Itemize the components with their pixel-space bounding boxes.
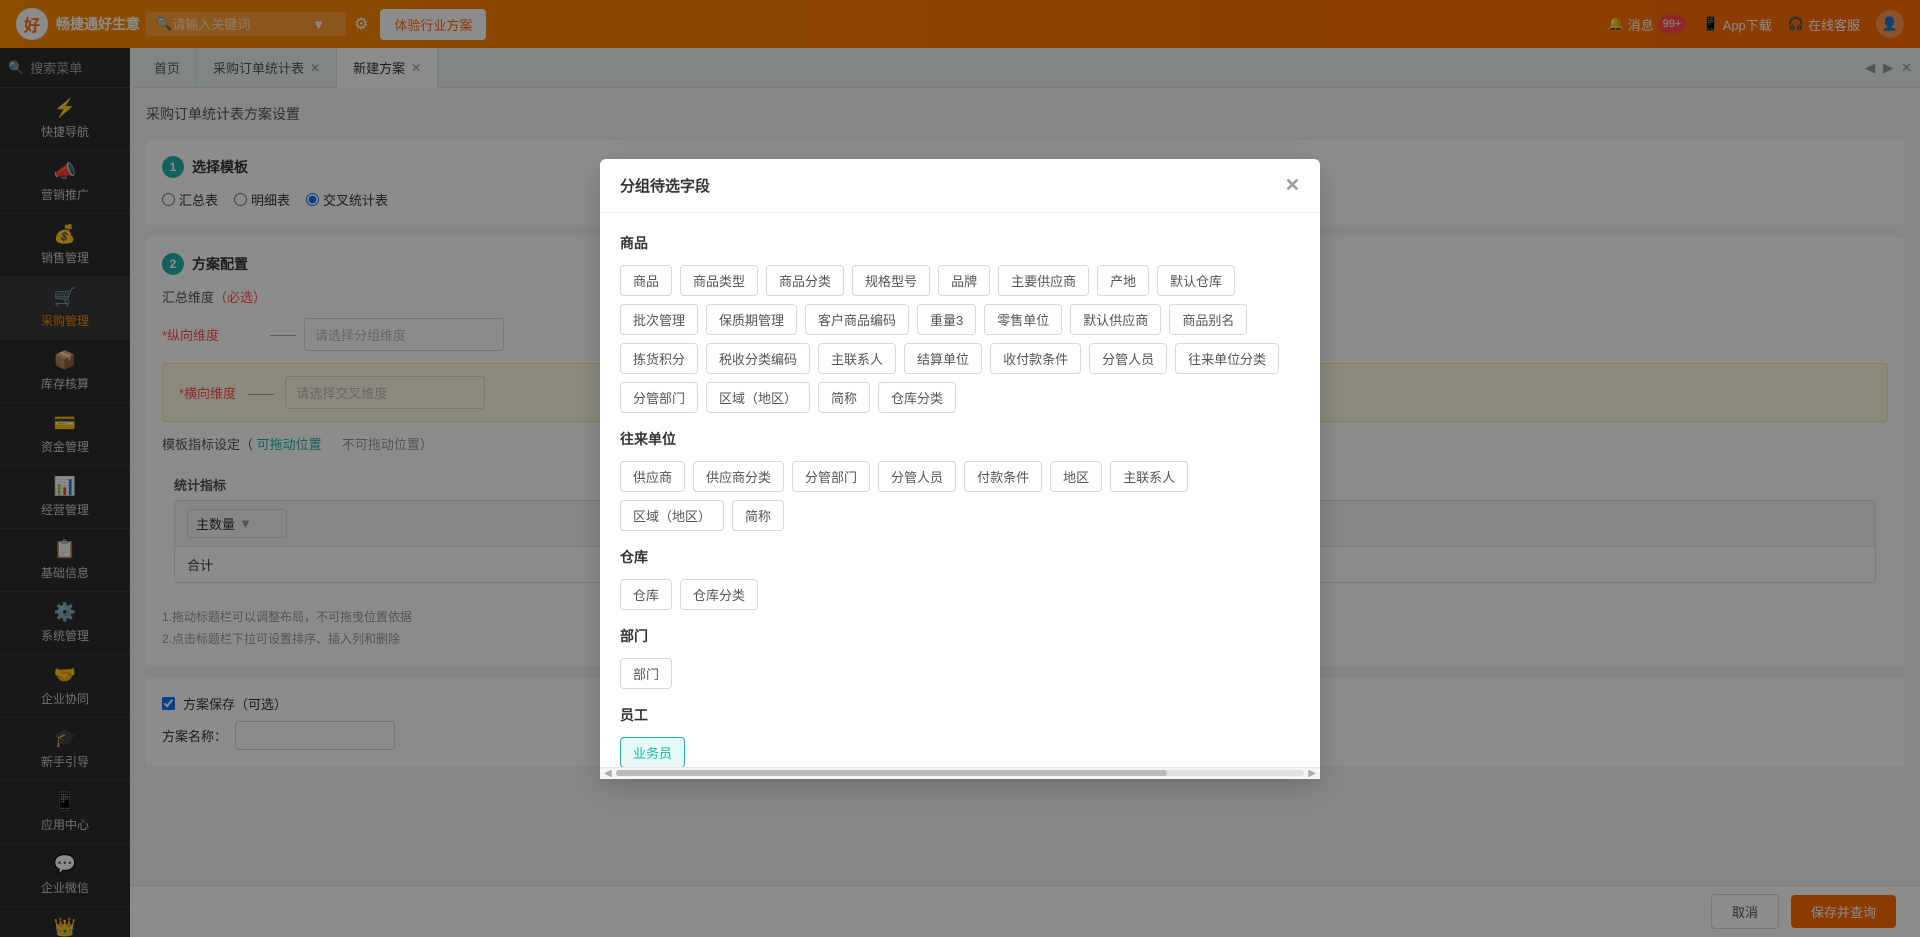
field-warehouse[interactable]: 仓库 xyxy=(620,579,672,610)
field-short-name-cp[interactable]: 简称 xyxy=(732,500,784,531)
field-brand[interactable]: 品牌 xyxy=(938,265,990,296)
field-person-charge[interactable]: 分管人员 xyxy=(1089,343,1167,374)
hscrollbar-thumb xyxy=(616,770,1167,776)
goods-fields: 商品 商品类型 商品分类 规格型号 品牌 主要供应商 产地 默认仓库 批次管理 … xyxy=(620,265,1300,413)
section-employee: 员工 业务员 xyxy=(620,705,1300,767)
field-supplier[interactable]: 供应商 xyxy=(620,461,685,492)
section-goods-title: 商品 xyxy=(620,233,1300,253)
field-goods-cat[interactable]: 商品分类 xyxy=(766,265,844,296)
field-dept[interactable]: 部门 xyxy=(620,658,672,689)
field-main-contact-cp[interactable]: 主联系人 xyxy=(1110,461,1188,492)
field-region-area-cp[interactable]: 区域（地区） xyxy=(620,500,724,531)
field-default-supplier[interactable]: 默认供应商 xyxy=(1070,304,1161,335)
field-pick-points[interactable]: 拣货积分 xyxy=(620,343,698,374)
section-counterparty: 往来单位 供应商 供应商分类 分管部门 分管人员 付款条件 地区 主联系人 区域… xyxy=(620,429,1300,531)
section-counterparty-title: 往来单位 xyxy=(620,429,1300,449)
field-dept-charge[interactable]: 分管部门 xyxy=(620,382,698,413)
section-dept: 部门 部门 xyxy=(620,626,1300,689)
field-spec[interactable]: 规格型号 xyxy=(852,265,930,296)
field-mgmt-dept[interactable]: 分管部门 xyxy=(792,461,870,492)
field-mgmt-person[interactable]: 分管人员 xyxy=(878,461,956,492)
field-warehouse-type[interactable]: 仓库分类 xyxy=(680,579,758,610)
field-batch-mgmt[interactable]: 批次管理 xyxy=(620,304,698,335)
field-short-name[interactable]: 简称 xyxy=(818,382,870,413)
modal-body[interactable]: 商品 商品 商品类型 商品分类 规格型号 品牌 主要供应商 产地 默认仓库 批次… xyxy=(600,213,1320,767)
field-warehouse-cat[interactable]: 仓库分类 xyxy=(878,382,956,413)
field-goods-alias[interactable]: 商品别名 xyxy=(1169,304,1247,335)
hscrollbar-track xyxy=(616,770,1305,776)
modal-hscroll[interactable]: ◀ ▶ xyxy=(600,767,1320,779)
section-goods: 商品 商品 商品类型 商品分类 规格型号 品牌 主要供应商 产地 默认仓库 批次… xyxy=(620,233,1300,413)
field-payment-cond[interactable]: 付款条件 xyxy=(964,461,1042,492)
field-salesperson[interactable]: 业务员 xyxy=(620,737,685,767)
field-main-supplier[interactable]: 主要供应商 xyxy=(998,265,1089,296)
modal-dialog: 分组待选字段 ✕ 商品 商品 商品类型 商品分类 规格型号 品牌 主要供应商 产… xyxy=(600,159,1320,779)
field-weight3[interactable]: 重量3 xyxy=(917,304,976,335)
field-settlement-unit[interactable]: 结算单位 xyxy=(904,343,982,374)
field-region-cp[interactable]: 地区 xyxy=(1050,461,1102,492)
modal-close-button[interactable]: ✕ xyxy=(1285,175,1300,196)
field-counterparty-cat[interactable]: 往来单位分类 xyxy=(1175,343,1279,374)
modal-header: 分组待选字段 ✕ xyxy=(600,159,1320,213)
hscroll-left[interactable]: ◀ xyxy=(604,768,612,779)
hscroll-right[interactable]: ▶ xyxy=(1308,768,1316,779)
field-origin[interactable]: 产地 xyxy=(1097,265,1149,296)
section-employee-title: 员工 xyxy=(620,705,1300,725)
dept-fields: 部门 xyxy=(620,658,1300,689)
modal-overlay: 分组待选字段 ✕ 商品 商品 商品类型 商品分类 规格型号 品牌 主要供应商 产… xyxy=(0,0,1920,937)
field-expiry-mgmt[interactable]: 保质期管理 xyxy=(706,304,797,335)
warehouse-fields: 仓库 仓库分类 xyxy=(620,579,1300,610)
field-tax-code[interactable]: 税收分类编码 xyxy=(706,343,810,374)
field-goods[interactable]: 商品 xyxy=(620,265,672,296)
field-main-contact[interactable]: 主联系人 xyxy=(818,343,896,374)
employee-fields: 业务员 xyxy=(620,737,1300,767)
section-warehouse: 仓库 仓库 仓库分类 xyxy=(620,547,1300,610)
field-default-warehouse[interactable]: 默认仓库 xyxy=(1157,265,1235,296)
field-goods-type[interactable]: 商品类型 xyxy=(680,265,758,296)
field-supplier-cat[interactable]: 供应商分类 xyxy=(693,461,784,492)
field-payment-terms[interactable]: 收付款条件 xyxy=(990,343,1081,374)
field-retail-unit[interactable]: 零售单位 xyxy=(984,304,1062,335)
field-customer-code[interactable]: 客户商品编码 xyxy=(805,304,909,335)
counterparty-fields: 供应商 供应商分类 分管部门 分管人员 付款条件 地区 主联系人 区域（地区） … xyxy=(620,461,1300,531)
modal-title: 分组待选字段 xyxy=(620,175,710,196)
section-warehouse-title: 仓库 xyxy=(620,547,1300,567)
field-region-goods[interactable]: 区域（地区） xyxy=(706,382,810,413)
section-dept-title: 部门 xyxy=(620,626,1300,646)
